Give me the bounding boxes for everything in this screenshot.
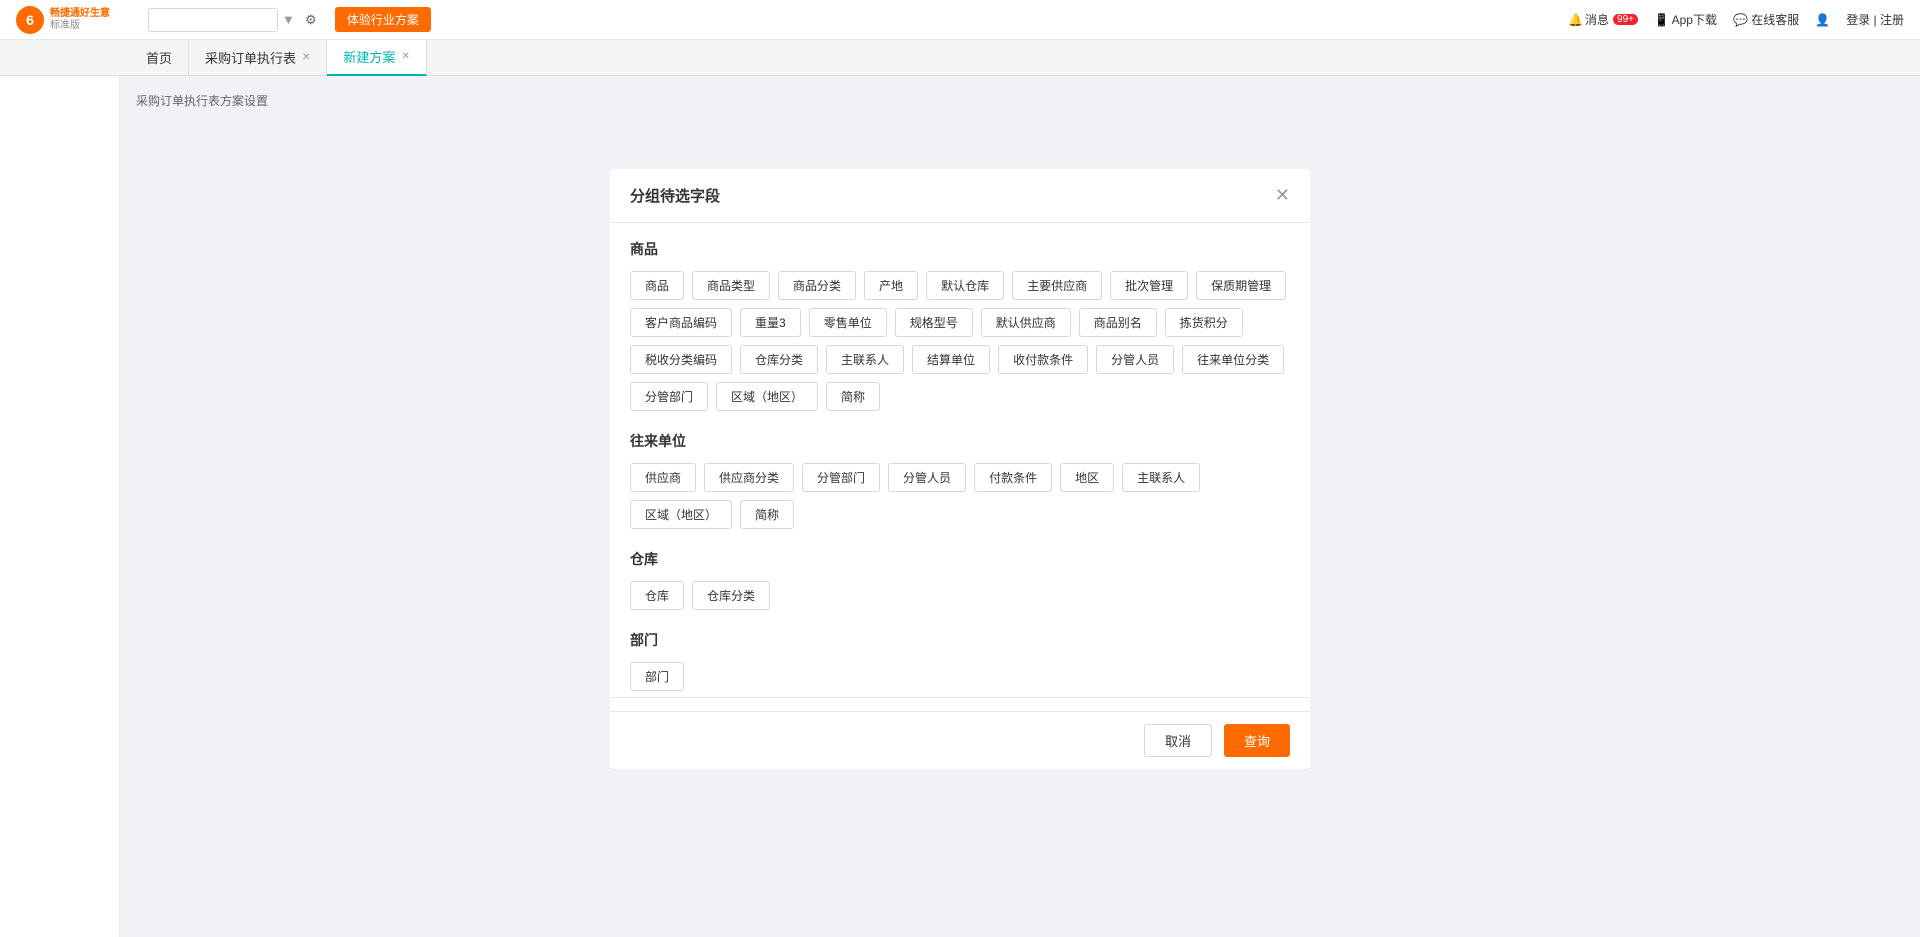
section-仓库: 仓库仓库仓库分类 bbox=[630, 549, 1290, 610]
tag-item[interactable]: 默认供应商 bbox=[981, 308, 1071, 337]
tag-item[interactable]: 仓库 bbox=[630, 581, 684, 610]
tag-item[interactable]: 供应商 bbox=[630, 463, 696, 492]
tag-item[interactable]: 税收分类编码 bbox=[630, 345, 732, 374]
modal-header: 分组待选字段 ✕ bbox=[610, 169, 1310, 223]
tag-item[interactable]: 供应商分类 bbox=[704, 463, 794, 492]
tag-item[interactable]: 地区 bbox=[1060, 463, 1114, 492]
tag-item[interactable]: 批次管理 bbox=[1110, 271, 1188, 300]
tag-item[interactable]: 往来单位分类 bbox=[1182, 345, 1284, 374]
modal-hscroll[interactable] bbox=[610, 697, 1310, 711]
section-title: 仓库 bbox=[630, 549, 1290, 569]
section-部门: 部门部门 bbox=[630, 630, 1290, 691]
tag-item[interactable]: 收付款条件 bbox=[998, 345, 1088, 374]
tag-item[interactable]: 分管人员 bbox=[888, 463, 966, 492]
tag-item[interactable]: 仓库分类 bbox=[692, 581, 770, 610]
tag-item[interactable]: 分管人员 bbox=[1096, 345, 1174, 374]
tag-item[interactable]: 商品别名 bbox=[1079, 308, 1157, 337]
tag-item[interactable]: 客户商品编码 bbox=[630, 308, 732, 337]
tag-item[interactable]: 默认仓库 bbox=[926, 271, 1004, 300]
tag-item[interactable]: 主要供应商 bbox=[1012, 271, 1102, 300]
tag-item[interactable]: 保质期管理 bbox=[1196, 271, 1286, 300]
tag-item[interactable]: 商品类型 bbox=[692, 271, 770, 300]
modal-title: 分组待选字段 bbox=[630, 185, 720, 206]
cancel-button[interactable]: 取消 bbox=[1144, 724, 1212, 757]
tag-item[interactable]: 简称 bbox=[826, 382, 880, 411]
tag-item[interactable]: 零售单位 bbox=[809, 308, 887, 337]
section-title: 商品 bbox=[630, 239, 1290, 259]
tag-item[interactable]: 主联系人 bbox=[826, 345, 904, 374]
section-title: 往来单位 bbox=[630, 431, 1290, 451]
modal-footer: 取消 查询 bbox=[610, 711, 1310, 769]
modal-overlay: 6 畅捷通好生意标准版 ▼ ⚙ 体验行业方案 🔔消息 99+ 📱 App下载 💬… bbox=[0, 0, 1920, 937]
confirm-button[interactable]: 查询 bbox=[1224, 724, 1290, 757]
tag-item[interactable]: 区域（地区） bbox=[630, 500, 732, 529]
tag-item[interactable]: 产地 bbox=[864, 271, 918, 300]
section-往来单位: 往来单位供应商供应商分类分管部门分管人员付款条件地区主联系人区域（地区） 简称 bbox=[630, 431, 1290, 529]
modal-body: 商品商品商品类型商品分类产地默认仓库主要供应商批次管理保质期管理客户商品编码重量… bbox=[610, 223, 1310, 697]
tag-item[interactable]: 拣货积分 bbox=[1165, 308, 1243, 337]
tag-item[interactable]: 商品分类 bbox=[778, 271, 856, 300]
tag-item[interactable]: 区域（地区） bbox=[716, 382, 818, 411]
tag-item[interactable]: 规格型号 bbox=[895, 308, 973, 337]
section-title: 部门 bbox=[630, 630, 1290, 650]
tag-item[interactable]: 分管部门 bbox=[630, 382, 708, 411]
tag-item[interactable]: 重量3 bbox=[740, 308, 801, 337]
tag-item[interactable]: 简称 bbox=[740, 500, 794, 529]
group-field-modal: 分组待选字段 ✕ 商品商品商品类型商品分类产地默认仓库主要供应商批次管理保质期管… bbox=[610, 169, 1310, 769]
tag-item[interactable]: 结算单位 bbox=[912, 345, 990, 374]
section-商品: 商品商品商品类型商品分类产地默认仓库主要供应商批次管理保质期管理客户商品编码重量… bbox=[630, 239, 1290, 411]
tag-item[interactable]: 付款条件 bbox=[974, 463, 1052, 492]
tag-item[interactable]: 分管部门 bbox=[802, 463, 880, 492]
tag-item[interactable]: 仓库分类 bbox=[740, 345, 818, 374]
tag-item[interactable]: 主联系人 bbox=[1122, 463, 1200, 492]
tag-item[interactable]: 部门 bbox=[630, 662, 684, 691]
modal-close-icon[interactable]: ✕ bbox=[1275, 185, 1290, 206]
tag-item[interactable]: 商品 bbox=[630, 271, 684, 300]
